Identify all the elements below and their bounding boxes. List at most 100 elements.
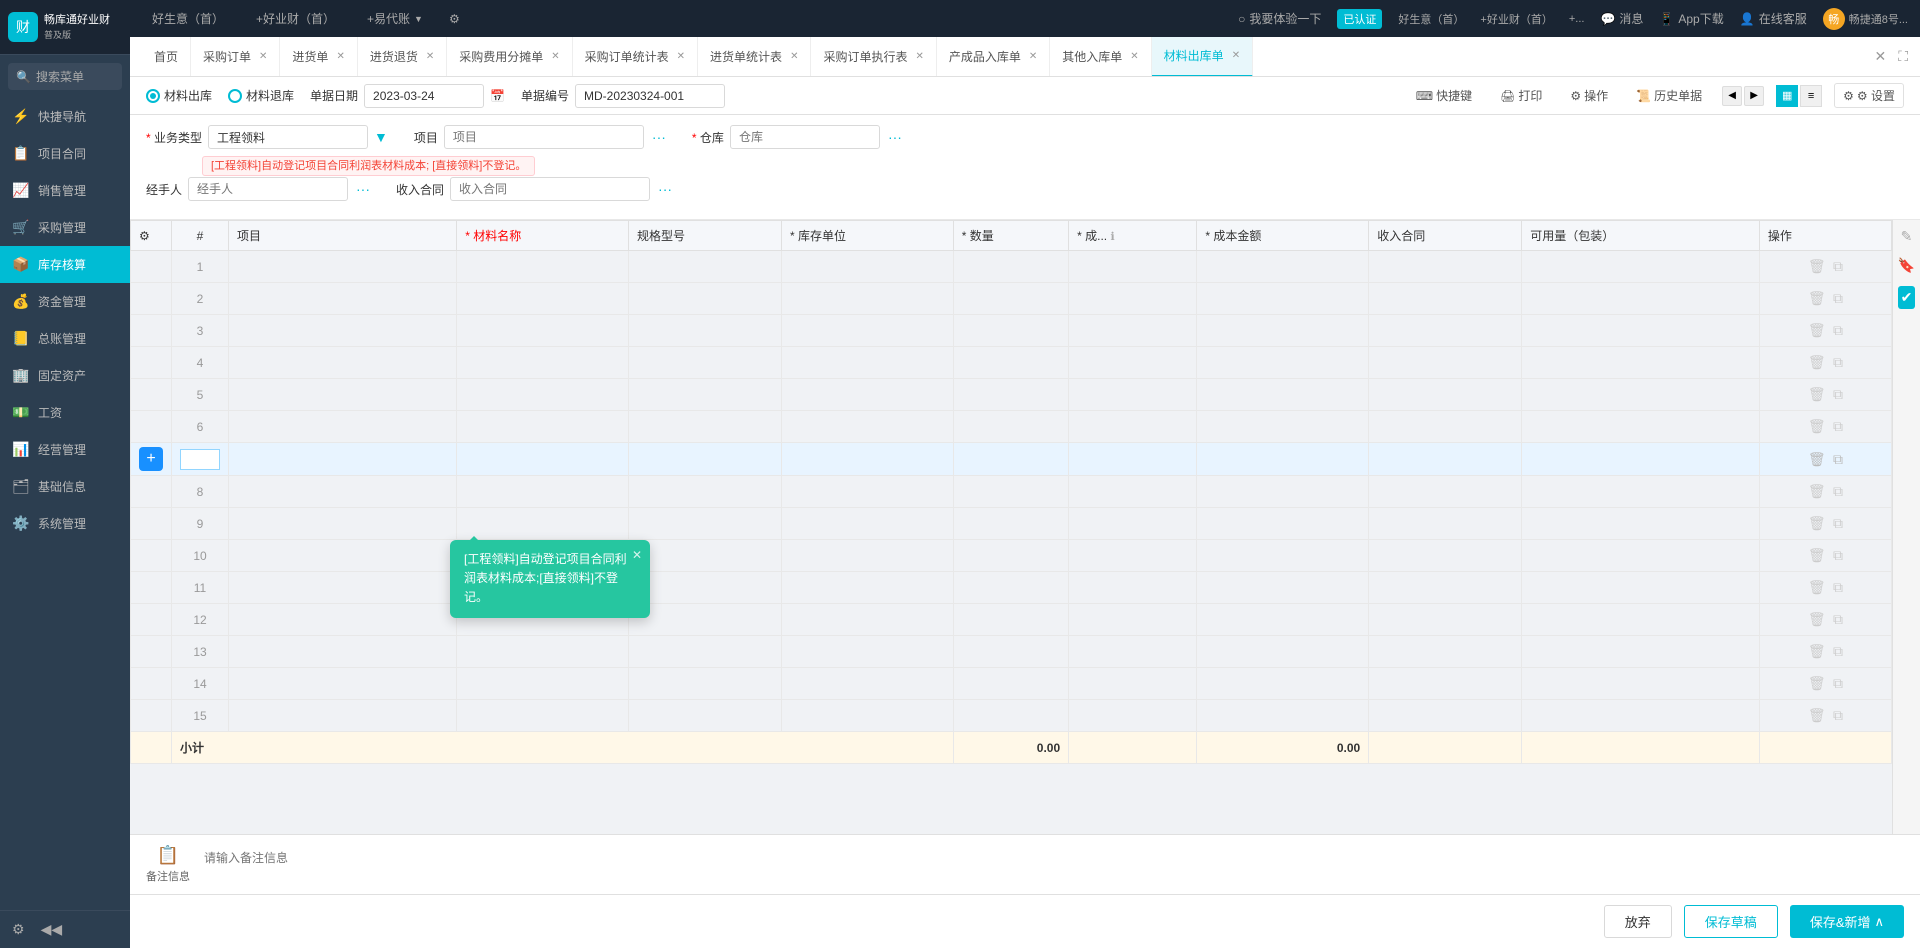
td-project[interactable] bbox=[229, 315, 457, 347]
td-available[interactable] bbox=[1522, 251, 1760, 283]
td-cost-amount-active[interactable] bbox=[1197, 443, 1369, 476]
td-unit[interactable] bbox=[782, 540, 954, 572]
td-material[interactable] bbox=[457, 508, 629, 540]
agent-input[interactable] bbox=[188, 177, 348, 201]
copy-row-icon[interactable]: ⧉ bbox=[1833, 675, 1843, 691]
td-cost[interactable] bbox=[1069, 315, 1197, 347]
delete-row-icon[interactable]: 🗑 bbox=[1808, 675, 1826, 691]
delete-row-icon[interactable]: 🗑 bbox=[1808, 322, 1826, 338]
tab-product-storage[interactable]: 产成品入库单 ✕ bbox=[937, 37, 1050, 77]
tab-other-storage[interactable]: 其他入库单 ✕ bbox=[1050, 37, 1151, 77]
td-unit[interactable] bbox=[782, 636, 954, 668]
tab-purchase-stat[interactable]: 采购订单统计表 ✕ bbox=[573, 37, 698, 77]
tab-close-purchase-order[interactable]: ✕ bbox=[259, 51, 267, 62]
td-unit[interactable] bbox=[782, 572, 954, 604]
td-spec[interactable] bbox=[629, 668, 782, 700]
super-tab-good-biz[interactable]: 好生意（首） bbox=[142, 6, 234, 31]
sidebar-item-assets[interactable]: 🏢 固定资产 bbox=[0, 357, 130, 394]
td-unit[interactable] bbox=[782, 604, 954, 636]
td-revenue-contract[interactable] bbox=[1369, 572, 1522, 604]
radio-material-out[interactable]: 材料出库 bbox=[146, 87, 212, 104]
td-available[interactable] bbox=[1522, 668, 1760, 700]
td-revenue-contract[interactable] bbox=[1369, 283, 1522, 315]
td-cost[interactable] bbox=[1069, 572, 1197, 604]
td-available[interactable] bbox=[1522, 315, 1760, 347]
delete-row-icon[interactable]: 🗑 bbox=[1808, 515, 1826, 531]
td-revenue-contract[interactable] bbox=[1369, 476, 1522, 508]
active-project-input[interactable] bbox=[237, 452, 317, 467]
td-cost[interactable] bbox=[1069, 636, 1197, 668]
td-unit[interactable] bbox=[782, 411, 954, 443]
radio-material-return[interactable]: 材料退库 bbox=[228, 87, 294, 104]
tab-close-incoming[interactable]: ✕ bbox=[336, 51, 344, 62]
copy-row-icon[interactable]: ⧉ bbox=[1833, 483, 1843, 499]
right-panel-edit-icon[interactable]: ✎ bbox=[1901, 228, 1913, 245]
td-cost-amount[interactable] bbox=[1197, 476, 1369, 508]
td-qty[interactable] bbox=[953, 411, 1068, 443]
td-project[interactable] bbox=[229, 540, 457, 572]
copy-row-icon[interactable]: ⧉ bbox=[1833, 611, 1843, 627]
td-project[interactable] bbox=[229, 379, 457, 411]
project-dots-btn[interactable]: ··· bbox=[650, 129, 668, 145]
td-cost[interactable] bbox=[1069, 668, 1197, 700]
project-input[interactable] bbox=[444, 125, 644, 149]
td-cost-amount[interactable] bbox=[1197, 251, 1369, 283]
td-qty[interactable] bbox=[953, 700, 1068, 732]
tab-incoming-return[interactable]: 进货退货 ✕ bbox=[358, 37, 447, 77]
tab-purchase-expense[interactable]: 采购费用分摊单 ✕ bbox=[447, 37, 572, 77]
td-cost[interactable] bbox=[1069, 347, 1197, 379]
td-project[interactable] bbox=[229, 668, 457, 700]
td-cost[interactable] bbox=[1069, 508, 1197, 540]
td-cost-active[interactable] bbox=[1069, 443, 1197, 476]
discard-button[interactable]: 放弃 bbox=[1604, 905, 1672, 938]
td-project[interactable] bbox=[229, 251, 457, 283]
delete-row-icon[interactable]: 🗑 bbox=[1808, 418, 1826, 434]
service-btn[interactable]: 👤 在线客服 bbox=[1740, 10, 1807, 27]
search-menu-button[interactable]: 🔍 搜索菜单 bbox=[8, 63, 122, 90]
delete-row-icon[interactable]: 🗑 bbox=[1808, 707, 1826, 723]
td-cost-amount[interactable] bbox=[1197, 508, 1369, 540]
tab-incoming[interactable]: 进货单 ✕ bbox=[280, 37, 357, 77]
td-cost[interactable] bbox=[1069, 251, 1197, 283]
td-material[interactable] bbox=[457, 700, 629, 732]
shortcuts-button[interactable]: ⌨ 快捷键 bbox=[1408, 83, 1480, 108]
td-project[interactable] bbox=[229, 636, 457, 668]
td-cost-amount[interactable] bbox=[1197, 411, 1369, 443]
th-settings[interactable]: ⚙ bbox=[131, 221, 172, 251]
copy-row-icon[interactable]: ⧉ bbox=[1833, 643, 1843, 659]
td-revenue-contract[interactable] bbox=[1369, 668, 1522, 700]
delete-row-icon[interactable]: 🗑 bbox=[1808, 354, 1826, 370]
biz-type-input[interactable] bbox=[208, 125, 368, 149]
td-available[interactable] bbox=[1522, 476, 1760, 508]
notes-input[interactable] bbox=[200, 845, 1904, 881]
sidebar-item-basic[interactable]: 🗂 基础信息 bbox=[0, 468, 130, 505]
sidebar-item-purchase[interactable]: 🛒 采购管理 bbox=[0, 209, 130, 246]
td-material[interactable] bbox=[457, 379, 629, 411]
tab-close-incoming-return[interactable]: ✕ bbox=[426, 51, 434, 62]
td-project[interactable] bbox=[229, 700, 457, 732]
td-material[interactable] bbox=[457, 283, 629, 315]
delete-row-icon[interactable]: 🗑 bbox=[1808, 547, 1826, 563]
td-revenue-contract[interactable] bbox=[1369, 411, 1522, 443]
view-grid-button[interactable]: ▦ bbox=[1776, 85, 1798, 107]
td-revenue-contract[interactable] bbox=[1369, 251, 1522, 283]
right-panel-check-icon[interactable]: ✔ bbox=[1898, 286, 1916, 309]
tab-close-other-storage[interactable]: ✕ bbox=[1130, 51, 1138, 62]
super-tab-good-wealth[interactable]: +好业财（首） bbox=[246, 6, 345, 31]
td-spec[interactable] bbox=[629, 700, 782, 732]
td-project[interactable] bbox=[229, 476, 457, 508]
td-spec[interactable] bbox=[629, 411, 782, 443]
delete-row-icon[interactable]: 🗑 bbox=[1808, 451, 1826, 467]
calendar-icon[interactable]: 📅 bbox=[490, 89, 505, 103]
td-available[interactable] bbox=[1522, 347, 1760, 379]
td-qty[interactable] bbox=[953, 508, 1068, 540]
td-cost-amount[interactable] bbox=[1197, 668, 1369, 700]
td-unit[interactable] bbox=[782, 347, 954, 379]
delete-row-icon[interactable]: 🗑 bbox=[1808, 483, 1826, 499]
td-unit[interactable] bbox=[782, 476, 954, 508]
td-revenue-contract[interactable] bbox=[1369, 379, 1522, 411]
super-tab-easy-trade[interactable]: +易代账 ▼ bbox=[357, 6, 433, 31]
tab-home[interactable]: 首页 bbox=[142, 37, 191, 77]
copy-row-icon[interactable]: ⧉ bbox=[1833, 386, 1843, 402]
td-project[interactable] bbox=[229, 411, 457, 443]
